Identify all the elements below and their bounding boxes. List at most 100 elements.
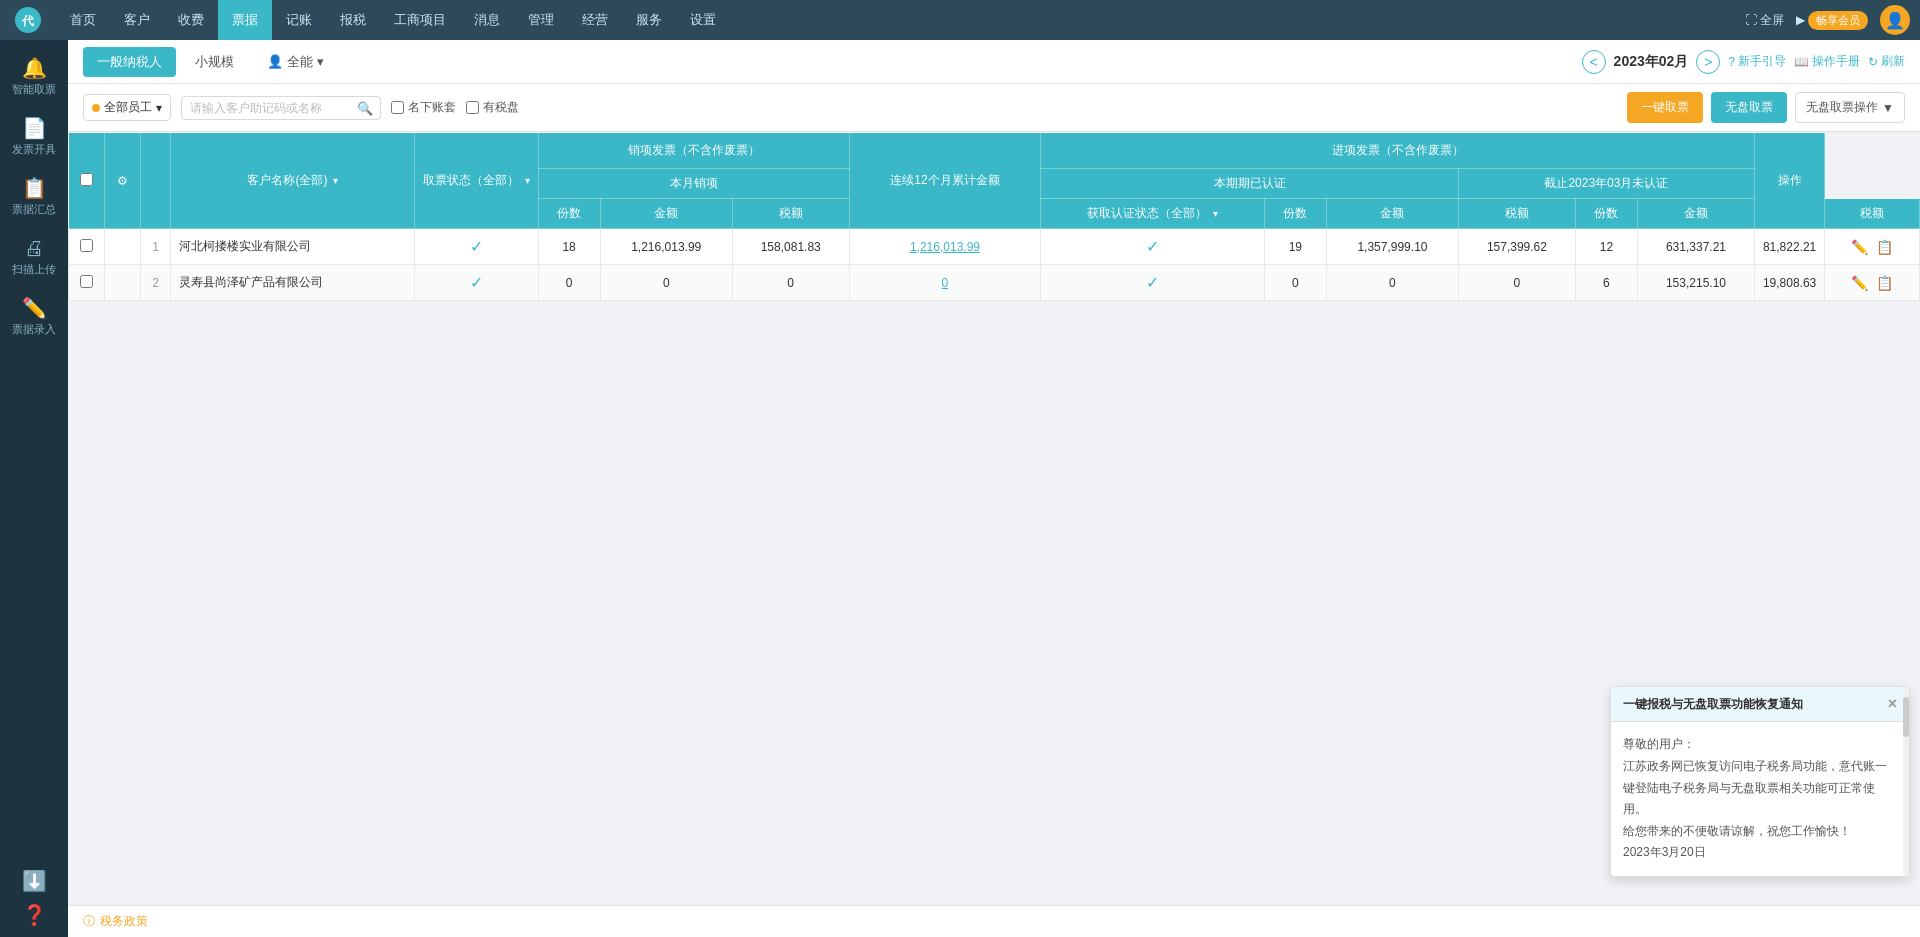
account-filter-checkbox[interactable] bbox=[391, 101, 404, 114]
smart-fetch-icon: 🔔 bbox=[22, 58, 47, 78]
row2-copies-un: 6 bbox=[1575, 265, 1637, 301]
row1-tax: 158,081.83 bbox=[732, 229, 849, 265]
help-icon[interactable]: ❓ bbox=[22, 903, 47, 927]
notification-text: 江苏政务网已恢复访问电子税务局功能，意代账一键登陆电子税务局与无盘取票相关功能可… bbox=[1623, 756, 1897, 821]
row1-edit-icon[interactable]: ✏️ bbox=[1851, 239, 1868, 255]
question-icon: ? bbox=[1728, 55, 1735, 69]
one-key-fetch-button[interactable]: 一键取票 bbox=[1627, 92, 1703, 123]
notification-greeting: 尊敬的用户： bbox=[1623, 734, 1897, 756]
th-copies-out: 份数 bbox=[538, 199, 600, 229]
bottom-bar: ⓘ 税务政策 bbox=[68, 905, 1920, 937]
play-icon: ▶ bbox=[1796, 13, 1805, 27]
download-icon[interactable]: ⬇️ bbox=[22, 869, 47, 893]
nav-management[interactable]: 管理 bbox=[514, 0, 568, 40]
table-row: 2 灵寿县尚泽矿产品有限公司 ✓ 0 0 0 0 ✓ 0 0 bbox=[69, 265, 1920, 301]
customer-filter-icon[interactable]: ▾ bbox=[333, 175, 338, 186]
nav-invoice[interactable]: 票据 bbox=[218, 0, 272, 40]
get-status-filter-icon[interactable]: ▾ bbox=[1213, 208, 1218, 219]
row1-cumulative[interactable]: 1,216,013.99 bbox=[849, 229, 1041, 265]
nav-billing[interactable]: 收费 bbox=[164, 0, 218, 40]
member-button[interactable]: ▶ 畅享会员 bbox=[1796, 11, 1868, 30]
row2-fetch-status: ✓ bbox=[415, 265, 538, 301]
row2-checkbox-cell bbox=[69, 265, 105, 301]
person-icon: 👤 bbox=[267, 54, 283, 69]
sidebar-item-scan-upload[interactable]: 🖨 扫描上传 bbox=[3, 230, 65, 285]
info-icon: ⓘ bbox=[83, 913, 95, 930]
nav-right-area: ⛶ 全屏 ▶ 畅享会员 👤 bbox=[1745, 5, 1910, 35]
row2-cumulative[interactable]: 0 bbox=[849, 265, 1041, 301]
refresh-link[interactable]: ↻ 刷新 bbox=[1868, 53, 1905, 70]
refresh-icon: ↻ bbox=[1868, 55, 1878, 69]
nav-settings[interactable]: 设置 bbox=[676, 0, 730, 40]
no-device-ops-button[interactable]: 无盘取票操作 ▼ bbox=[1795, 92, 1905, 123]
row2-fetch-check-icon: ✓ bbox=[470, 274, 483, 291]
sidebar-item-invoice-entry[interactable]: ✏️ 票据录入 bbox=[3, 290, 65, 345]
nav-customer[interactable]: 客户 bbox=[110, 0, 164, 40]
tab-actions: ? 新手引导 📖 操作手册 ↻ 刷新 bbox=[1728, 53, 1905, 70]
nav-business[interactable]: 工商项目 bbox=[380, 0, 460, 40]
row1-tax-in: 157,399.62 bbox=[1458, 229, 1575, 265]
next-month-button[interactable]: > bbox=[1696, 50, 1720, 74]
tab-all[interactable]: 👤 全能 ▾ bbox=[253, 47, 338, 77]
invoice-entry-icon: ✏️ bbox=[22, 298, 47, 318]
nav-service[interactable]: 服务 bbox=[622, 0, 676, 40]
nav-home[interactable]: 首页 bbox=[56, 0, 110, 40]
tax-device-filter-checkbox[interactable] bbox=[466, 101, 479, 114]
prev-month-button[interactable]: < bbox=[1582, 50, 1606, 74]
th-out-invoice-group: 销项发票（不含作废票） bbox=[538, 133, 849, 169]
invoice-issue-icon: 📄 bbox=[22, 118, 47, 138]
filter-bar: 全部员工 ▾ 🔍 名下账套 有税盘 一键取票 无盘取票 无盘取票操作 ▼ bbox=[68, 84, 1920, 132]
row2-detail-icon[interactable]: 📋 bbox=[1876, 275, 1893, 291]
notification-popup: 一键报税与无盘取票功能恢复通知 × 尊敬的用户： 江苏政务网已恢复访问电子税务局… bbox=[1610, 686, 1910, 877]
row2-edit-icon[interactable]: ✏️ bbox=[1851, 275, 1868, 291]
beginner-guide-link[interactable]: ? 新手引导 bbox=[1728, 53, 1786, 70]
nav-tax[interactable]: 报税 bbox=[326, 0, 380, 40]
nav-accounting[interactable]: 记账 bbox=[272, 0, 326, 40]
th-fetch-status: 取票状态（全部） ▾ bbox=[415, 133, 538, 229]
row1-fetch-check-icon: ✓ bbox=[470, 238, 483, 255]
row1-number: 1 bbox=[141, 229, 171, 265]
scan-upload-icon: 🖨 bbox=[24, 238, 44, 258]
row2-checkbox[interactable] bbox=[80, 275, 93, 288]
sidebar-bottom: ⬇️ ❓ bbox=[22, 869, 47, 927]
row2-amount-in: 0 bbox=[1326, 265, 1458, 301]
tab-general-taxpayer[interactable]: 一般纳税人 bbox=[83, 47, 176, 77]
tax-device-filter-label[interactable]: 有税盘 bbox=[466, 99, 519, 116]
th-checkbox bbox=[69, 133, 105, 229]
sidebar-item-invoice-issue[interactable]: 📄 发票开具 bbox=[3, 110, 65, 165]
employee-select[interactable]: 全部员工 ▾ bbox=[83, 94, 171, 121]
user-avatar[interactable]: 👤 bbox=[1880, 5, 1910, 35]
notification-close-button[interactable]: × bbox=[1888, 695, 1897, 713]
notification-scrollbar[interactable] bbox=[1903, 687, 1909, 876]
tab-small-scale[interactable]: 小规模 bbox=[181, 47, 248, 77]
row2-customer-name: 灵寿县尚泽矿产品有限公司 bbox=[171, 265, 415, 301]
settings-gear-icon[interactable]: ⚙ bbox=[117, 174, 128, 188]
row1-detail-icon[interactable]: 📋 bbox=[1876, 239, 1893, 255]
fetch-filter-icon[interactable]: ▾ bbox=[525, 175, 530, 186]
no-device-fetch-button[interactable]: 无盘取票 bbox=[1711, 92, 1787, 123]
th-customer-name: 客户名称(全部) ▾ bbox=[171, 133, 415, 229]
filter-bar-buttons: 一键取票 无盘取票 无盘取票操作 ▼ bbox=[1627, 92, 1905, 123]
account-filter-label[interactable]: 名下账套 bbox=[391, 99, 456, 116]
search-icon[interactable]: 🔍 bbox=[357, 100, 373, 115]
invoice-table: ⚙ 客户名称(全部) ▾ 取票状态（全部） ▾ 销项发票（不含作废票） 连续12… bbox=[68, 132, 1920, 301]
manual-link[interactable]: 📖 操作手册 bbox=[1794, 53, 1860, 70]
sidebar-item-invoice-summary[interactable]: 📋 票据汇总 bbox=[3, 170, 65, 225]
row1-checkbox[interactable] bbox=[80, 239, 93, 252]
th-tax-in: 税额 bbox=[1458, 199, 1575, 229]
th-get-status: 获取认证状态（全部） ▾ bbox=[1041, 199, 1264, 229]
search-input[interactable] bbox=[181, 96, 381, 120]
th-this-period-confirmed: 本期期已认证 bbox=[1041, 169, 1459, 199]
notification-title: 一键报税与无盘取票功能恢复通知 bbox=[1623, 696, 1803, 713]
sidebar-item-smart-fetch[interactable]: 🔔 智能取票 bbox=[3, 50, 65, 105]
row2-get-check-icon: ✓ bbox=[1146, 274, 1159, 291]
ops-dropdown-icon: ▼ bbox=[1882, 101, 1894, 115]
row1-amount: 1,216,013.99 bbox=[600, 229, 732, 265]
fullscreen-button[interactable]: ⛶ 全屏 bbox=[1745, 12, 1784, 29]
nav-message[interactable]: 消息 bbox=[460, 0, 514, 40]
nav-operation[interactable]: 经营 bbox=[568, 0, 622, 40]
th-this-month-sales: 本月销项 bbox=[538, 169, 849, 199]
row2-amount: 0 bbox=[600, 265, 732, 301]
select-all-checkbox[interactable] bbox=[80, 173, 93, 186]
tax-policy-link[interactable]: 税务政策 bbox=[100, 913, 148, 930]
